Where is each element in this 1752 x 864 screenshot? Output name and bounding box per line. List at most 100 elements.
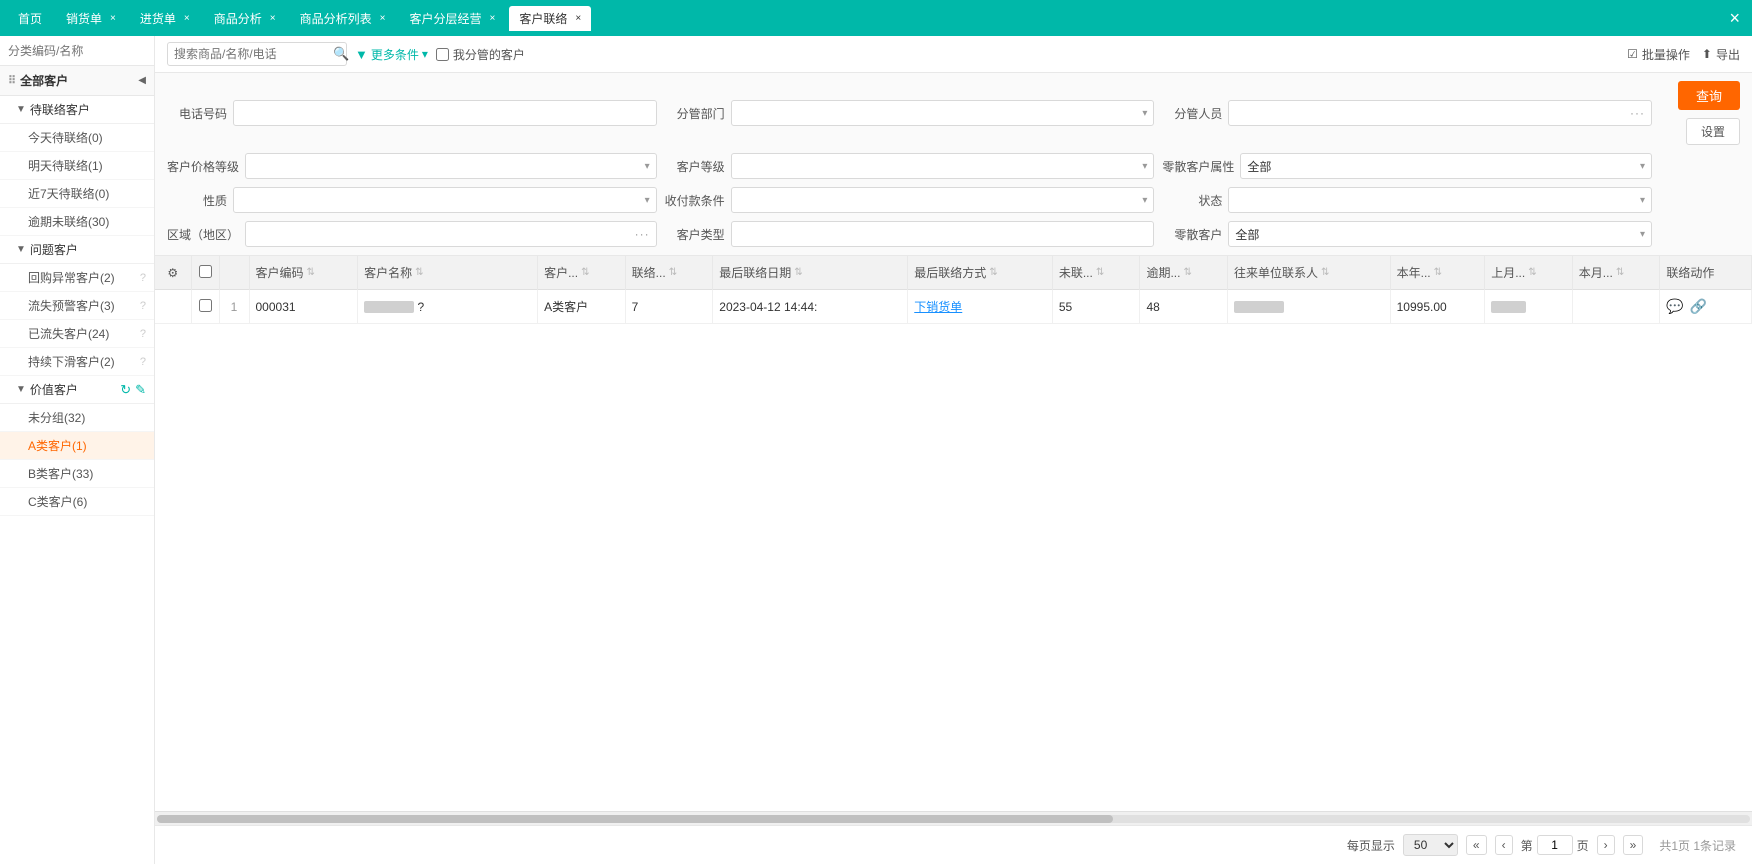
sidebar-all-customers[interactable]: ⠿ 全部客户 ◀ xyxy=(0,66,154,96)
sort-year-icon[interactable]: ⇅ xyxy=(1434,267,1442,278)
th-this-month[interactable]: 本月...⇅ xyxy=(1572,256,1660,290)
retail-attr-select[interactable]: 全部▾ xyxy=(1240,153,1652,179)
price-grade-select[interactable]: ▾ xyxy=(245,153,657,179)
select-all-checkbox[interactable] xyxy=(199,265,212,278)
th-last-method[interactable]: 最后联络方式⇅ xyxy=(908,256,1053,290)
help-icon-4[interactable]: ? xyxy=(140,356,146,368)
sort-tm-icon[interactable]: ⇅ xyxy=(1616,267,1624,278)
th-this-year[interactable]: 本年...⇅ xyxy=(1390,256,1485,290)
nav-product-analysis-list[interactable]: 商品分析列表 × xyxy=(290,6,396,31)
sidebar-group-problem[interactable]: ▼ 问题客户 xyxy=(0,236,154,264)
first-page-button[interactable]: « xyxy=(1466,835,1487,855)
help-icon-1[interactable]: ? xyxy=(140,272,146,284)
sidebar-item-churned[interactable]: 已流失客户(24) ? xyxy=(0,320,154,348)
th-gear[interactable]: ⚙ xyxy=(155,256,191,290)
sort-method-icon[interactable]: ⇅ xyxy=(989,267,997,278)
prev-page-button[interactable]: ‹ xyxy=(1495,835,1513,855)
th-last-month[interactable]: 上月...⇅ xyxy=(1485,256,1573,290)
query-button[interactable]: 查询 xyxy=(1678,81,1740,110)
toolbar-search-icon[interactable]: 🔍 xyxy=(333,46,349,62)
customer-type-input[interactable] xyxy=(731,221,1155,247)
th-type[interactable]: 客户...⇅ xyxy=(538,256,626,290)
refresh-icon[interactable]: ↻ xyxy=(120,382,131,398)
sort-code-icon[interactable]: ⇅ xyxy=(307,267,315,278)
sidebar-item-class-b[interactable]: B类客户(33) xyxy=(0,460,154,488)
th-overdue[interactable]: 逾期...⇅ xyxy=(1140,256,1228,290)
retail-select[interactable]: 全部▾ xyxy=(1228,221,1652,247)
sidebar-item-7days[interactable]: 近7天待联络(0) xyxy=(0,180,154,208)
td-checkbox[interactable] xyxy=(191,290,219,324)
close-contact-icon[interactable]: × xyxy=(575,13,581,24)
sidebar-item-overdue[interactable]: 逾期未联络(30) xyxy=(0,208,154,236)
sidebar-group-value[interactable]: ▼ 价值客户 ↻ ✎ xyxy=(0,376,154,404)
close-purchase-icon[interactable]: × xyxy=(184,13,190,24)
row-checkbox[interactable] xyxy=(199,299,212,312)
table-settings-icon[interactable]: ⚙ xyxy=(167,266,178,280)
batch-operation-button[interactable]: ☑ 批量操作 xyxy=(1627,46,1690,63)
th-no-contact[interactable]: 未联...⇅ xyxy=(1052,256,1140,290)
sidebar-item-repurchase-abnormal[interactable]: 回购异常客户(2) ? xyxy=(0,264,154,292)
close-sales-icon[interactable]: × xyxy=(110,13,116,24)
sidebar-item-tomorrow[interactable]: 明天待联络(1) xyxy=(0,152,154,180)
dept-select[interactable]: ▾ xyxy=(731,100,1155,126)
scroll-track[interactable] xyxy=(157,815,1750,823)
settings-button[interactable]: 设置 xyxy=(1686,118,1740,145)
close-all-tabs-button[interactable]: × xyxy=(1725,4,1744,33)
sort-overdue-icon[interactable]: ⇅ xyxy=(1183,267,1191,278)
sort-lm-icon[interactable]: ⇅ xyxy=(1528,267,1536,278)
nav-sales[interactable]: 销货单 × xyxy=(56,6,126,31)
person-select[interactable]: ··· xyxy=(1228,100,1652,126)
link-action-icon[interactable]: 🔗 xyxy=(1690,298,1707,315)
th-unit-contact[interactable]: 往来单位联系人⇅ xyxy=(1228,256,1391,290)
edit-group-icon[interactable]: ✎ xyxy=(135,382,146,398)
nav-purchase[interactable]: 进货单 × xyxy=(130,6,200,31)
export-button[interactable]: ⬆ 导出 xyxy=(1702,46,1740,63)
close-segment-icon[interactable]: × xyxy=(489,13,495,24)
sort-contact-icon[interactable]: ⇅ xyxy=(669,267,677,278)
nav-customer-contact[interactable]: 客户联络 × xyxy=(509,6,591,31)
horizontal-scrollbar[interactable] xyxy=(155,811,1752,825)
sidebar-search-input[interactable] xyxy=(8,44,155,58)
sidebar-item-declining[interactable]: 持续下滑客户(2) ? xyxy=(0,348,154,376)
sort-unit-icon[interactable]: ⇅ xyxy=(1321,267,1329,278)
next-page-button[interactable]: › xyxy=(1597,835,1615,855)
nature-select[interactable]: ▾ xyxy=(233,187,657,213)
sort-date-icon[interactable]: ⇅ xyxy=(794,267,802,278)
contact-action-icon[interactable]: 💬 xyxy=(1666,298,1683,315)
sidebar-item-ungrouped[interactable]: 未分组(32) xyxy=(0,404,154,432)
my-customers-checkbox[interactable] xyxy=(436,48,449,61)
region-select[interactable]: ··· xyxy=(245,221,657,247)
page-number-input[interactable] xyxy=(1537,835,1573,855)
payment-select[interactable]: ▾ xyxy=(731,187,1155,213)
toolbar-search-input[interactable] xyxy=(174,47,329,61)
sort-no-contact-icon[interactable]: ⇅ xyxy=(1096,267,1104,278)
scroll-thumb[interactable] xyxy=(157,815,1113,823)
th-name[interactable]: 客户名称⇅ xyxy=(358,256,538,290)
close-product-list-icon[interactable]: × xyxy=(380,13,386,24)
nav-home[interactable]: 首页 xyxy=(8,6,52,31)
sidebar-item-today[interactable]: 今天待联络(0) xyxy=(0,124,154,152)
help-icon-3[interactable]: ? xyxy=(140,328,146,340)
th-last-date[interactable]: 最后联络日期⇅ xyxy=(713,256,908,290)
sidebar-item-class-c[interactable]: C类客户(6) xyxy=(0,488,154,516)
status-select[interactable]: ▾ xyxy=(1228,187,1652,213)
sort-name-icon[interactable]: ⇅ xyxy=(415,267,423,278)
nav-customer-segment[interactable]: 客户分层经营 × xyxy=(399,6,505,31)
sidebar-item-churn-warning[interactable]: 流失预警客户(3) ? xyxy=(0,292,154,320)
per-page-select[interactable]: 50 100 200 xyxy=(1403,834,1458,856)
last-page-button[interactable]: » xyxy=(1623,835,1644,855)
th-contact[interactable]: 联络...⇅ xyxy=(625,256,713,290)
close-product-analysis-icon[interactable]: × xyxy=(270,13,276,24)
sort-type-icon[interactable]: ⇅ xyxy=(581,267,589,278)
nav-product-analysis[interactable]: 商品分析 × xyxy=(204,6,286,31)
phone-input[interactable] xyxy=(233,100,657,126)
more-filters-button[interactable]: ▼ 更多条件 ▾ xyxy=(355,46,428,63)
help-icon-2[interactable]: ? xyxy=(140,300,146,312)
th-code[interactable]: 客户编码⇅ xyxy=(249,256,358,290)
sidebar-group-pending[interactable]: ▼ 待联络客户 xyxy=(0,96,154,124)
td-last-method[interactable]: 下销货单 xyxy=(908,290,1053,324)
my-customers-checkbox-area[interactable]: 我分管的客户 xyxy=(436,46,525,63)
customer-grade-select[interactable]: ▾ xyxy=(731,153,1155,179)
sidebar-item-class-a[interactable]: A类客户(1) xyxy=(0,432,154,460)
th-checkbox[interactable] xyxy=(191,256,219,290)
